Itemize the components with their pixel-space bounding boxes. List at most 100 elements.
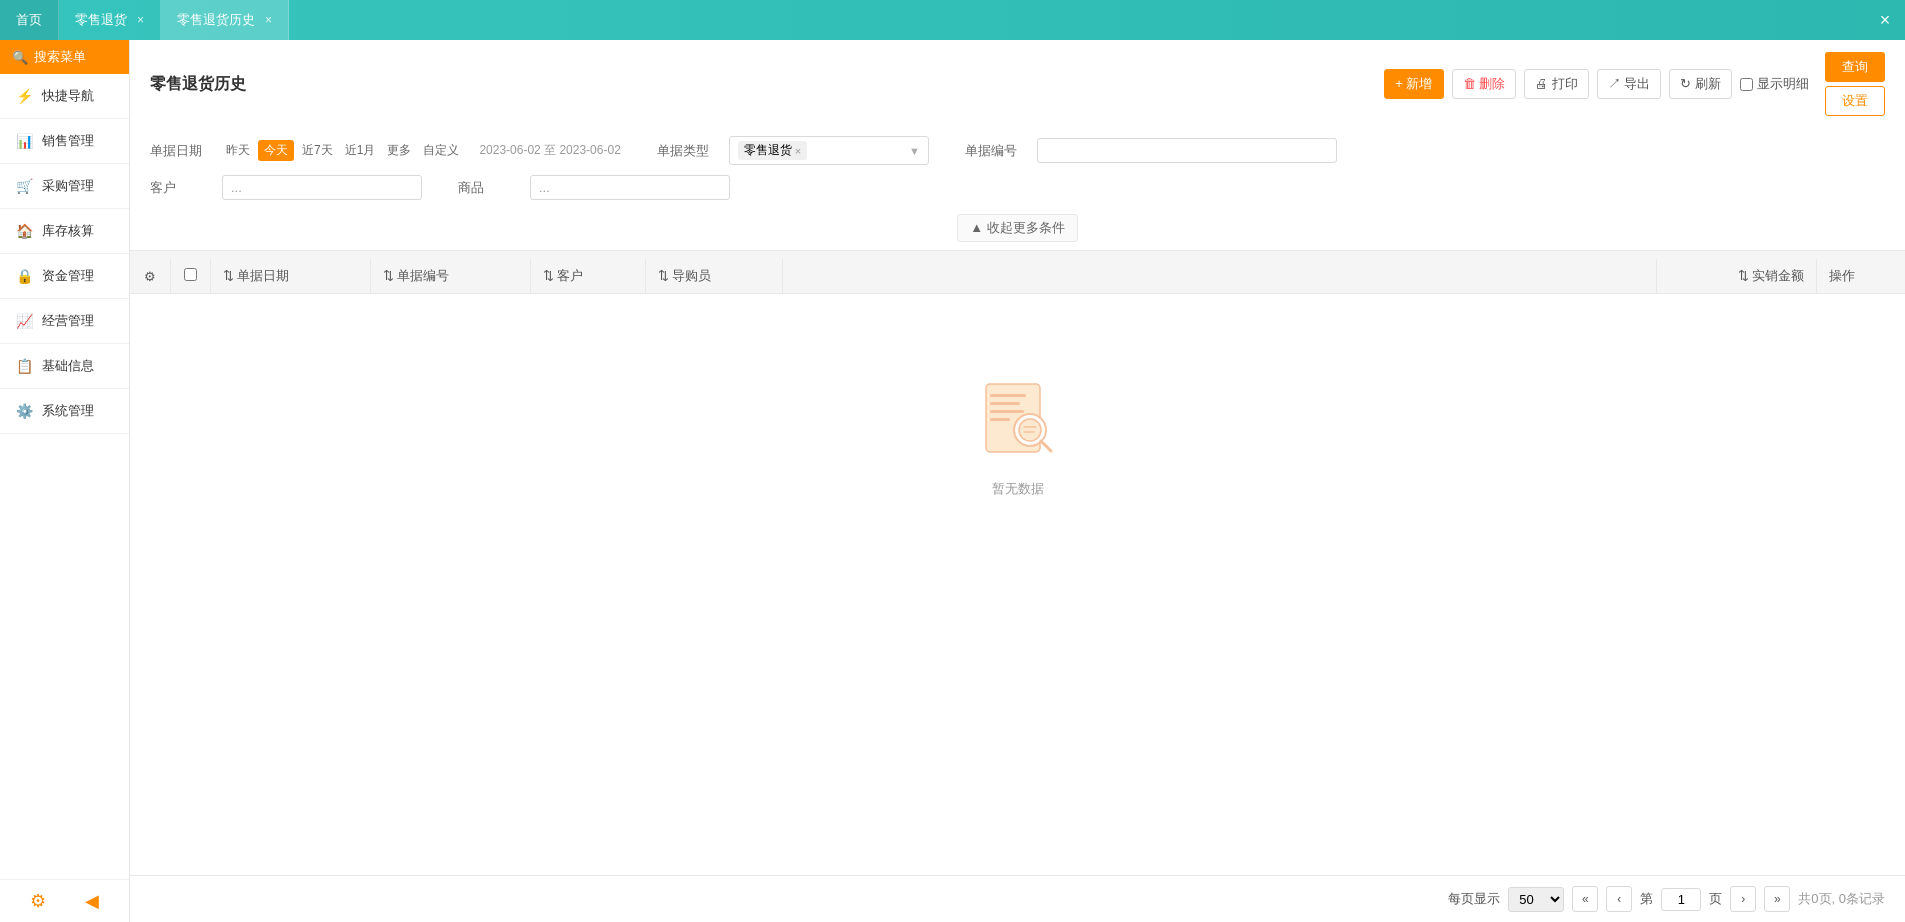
- settings-button[interactable]: 设置: [1825, 86, 1885, 116]
- table-area: ⚙ ⇅ 单据日期 ⇅ 单据编号 ⇅ 客户 ⇅ 导购员 ⇅ 实销金额 操作: [130, 259, 1905, 922]
- sidebar-collapse-icon[interactable]: ◀: [85, 890, 99, 912]
- next-page-button[interactable]: ›: [1730, 886, 1756, 912]
- sidebar-item-icon-purchase: 🛒: [14, 176, 34, 196]
- date-filter-label: 单据日期: [150, 142, 210, 160]
- doc-type-label: 单据类型: [657, 142, 717, 160]
- th-actions: 操作: [1817, 259, 1905, 294]
- display-toggle-checkbox[interactable]: [1740, 78, 1753, 91]
- date-shortcut-近1月[interactable]: 近1月: [341, 140, 380, 161]
- sidebar-search[interactable]: 🔍 搜索菜单: [0, 40, 129, 74]
- svg-point-6: [1019, 419, 1041, 441]
- tab-零售退货[interactable]: 零售退货×: [59, 0, 161, 40]
- first-page-button[interactable]: «: [1572, 886, 1598, 912]
- doc-no-input[interactable]: [1037, 138, 1337, 163]
- display-toggle-label: 显示明细: [1757, 75, 1809, 93]
- tab-首页[interactable]: 首页: [0, 0, 59, 40]
- th-amount-label: ⇅ 实销金额: [1738, 268, 1805, 283]
- tab-零售退货历史[interactable]: 零售退货历史×: [161, 0, 289, 40]
- display-toggle[interactable]: 显示明细: [1740, 75, 1809, 93]
- doc-type-select[interactable]: 零售退货 × ▼: [729, 136, 929, 165]
- delete-button[interactable]: 🗑 删除: [1452, 69, 1517, 99]
- svg-rect-2: [990, 402, 1020, 405]
- th-settings[interactable]: ⚙: [130, 259, 170, 294]
- svg-rect-4: [990, 418, 1010, 421]
- data-table: ⚙ ⇅ 单据日期 ⇅ 单据编号 ⇅ 客户 ⇅ 导购员 ⇅ 实销金额 操作: [130, 259, 1905, 294]
- main-layout: 🔍 搜索菜单 ⚡ 快捷导航 📊销售管理 🛒 采购管理 🏠 库存核算 🔒 资金管理 📈经营管理📋基础…: [0, 40, 1905, 922]
- sidebar-item-label-purchase: 采购管理: [42, 177, 94, 195]
- date-shortcut-昨天[interactable]: 昨天: [222, 140, 254, 161]
- th-guide-label: ⇅ 导购员: [658, 268, 712, 283]
- sidebar-item-label-inventory: 库存核算: [42, 222, 94, 240]
- sidebar-item-icon-finance: 🔒: [14, 266, 34, 286]
- sidebar-item-icon-inventory: 🏠: [14, 221, 34, 241]
- sidebar-item-quick-nav[interactable]: ⚡ 快捷导航: [0, 74, 129, 119]
- date-shortcut-自定义[interactable]: 自定义: [419, 140, 463, 161]
- top-bar: 首页零售退货×零售退货历史× ×: [0, 0, 1905, 40]
- goods-label: 商品: [458, 179, 518, 197]
- th-customer-label: ⇅ 客户: [543, 268, 584, 283]
- tab-close-零售退货历史[interactable]: ×: [265, 13, 272, 27]
- query-button[interactable]: 查询: [1825, 52, 1885, 82]
- last-page-button[interactable]: »: [1764, 886, 1790, 912]
- th-date: ⇅ 单据日期: [210, 259, 370, 294]
- page-label: 第: [1640, 890, 1653, 908]
- sidebar-item-purchase[interactable]: 🛒 采购管理: [0, 164, 129, 209]
- sidebar-item-icon-quick-nav: ⚡: [14, 86, 34, 106]
- tab-close-零售退货[interactable]: ×: [137, 13, 144, 27]
- sidebar-settings-icon[interactable]: ⚙: [30, 890, 46, 912]
- page-header: 零售退货历史 + 新增 🗑 删除 🖨 打印 ↗ 导出 ↻ 刷新 显示明细 查询 …: [130, 40, 1905, 251]
- date-shortcut-更多[interactable]: 更多: [383, 140, 415, 161]
- sidebar: 🔍 搜索菜单 ⚡ 快捷导航 📊销售管理 🛒 采购管理 🏠 库存核算 🔒 资金管理 📈经营管理📋基础…: [0, 40, 130, 922]
- sidebar-bottom: ⚙ ◀: [0, 879, 129, 922]
- date-shortcut-近7天[interactable]: 近7天: [298, 140, 337, 161]
- doc-type-tag: 零售退货 ×: [738, 141, 807, 160]
- goods-select[interactable]: ...: [530, 175, 730, 200]
- th-doc-no-label: ⇅ 单据编号: [383, 268, 450, 283]
- sidebar-item-label-system: 系统管理: [42, 402, 94, 420]
- page-number-input[interactable]: [1661, 888, 1701, 911]
- date-range-display: 2023-06-02 至 2023-06-02: [479, 142, 620, 159]
- customer-label: 客户: [150, 179, 210, 197]
- sidebar-item-icon-system: ⚙️: [14, 401, 34, 421]
- sidebar-item-finance[interactable]: 🔒 资金管理: [0, 254, 129, 299]
- content-area: 零售退货历史 + 新增 🗑 删除 🖨 打印 ↗ 导出 ↻ 刷新 显示明细 查询 …: [130, 40, 1905, 922]
- prev-page-button[interactable]: ‹: [1606, 886, 1632, 912]
- sidebar-item-operations[interactable]: 📈经营管理: [0, 299, 129, 344]
- collapse-button[interactable]: ▲ 收起更多条件: [957, 214, 1077, 242]
- customer-select[interactable]: ...: [222, 175, 422, 200]
- sidebar-item-icon-sales: 📊: [14, 131, 34, 151]
- table-container: ⚙ ⇅ 单据日期 ⇅ 单据编号 ⇅ 客户 ⇅ 导购员 ⇅ 实销金额 操作: [130, 259, 1905, 875]
- filter-row-1: 单据日期 昨天今天近7天近1月更多自定义 2023-06-02 至 2023-0…: [150, 136, 1885, 165]
- sidebar-item-sales[interactable]: 📊销售管理: [0, 119, 129, 164]
- window-close-button[interactable]: ×: [1865, 0, 1905, 40]
- sidebar-item-basic-info[interactable]: 📋基础信息: [0, 344, 129, 389]
- print-button[interactable]: 🖨 打印: [1524, 69, 1589, 99]
- doc-type-tag-close[interactable]: ×: [795, 145, 801, 157]
- select-all-checkbox[interactable]: [184, 268, 197, 281]
- empty-text: 暂无数据: [992, 480, 1044, 498]
- page-size-select[interactable]: 102050100: [1508, 887, 1564, 912]
- empty-state: 暂无数据: [130, 294, 1905, 578]
- collapse-row: ▲ 收起更多条件: [150, 210, 1885, 250]
- sidebar-item-label-quick-nav: 快捷导航: [42, 87, 94, 105]
- pagination: 每页显示 102050100 « ‹ 第 页 › » 共0页, 0条记录: [130, 875, 1905, 922]
- sidebar-item-label-finance: 资金管理: [42, 267, 94, 285]
- sidebar-item-system[interactable]: ⚙️ 系统管理: [0, 389, 129, 434]
- page-suffix: 页: [1709, 890, 1722, 908]
- sidebar-item-label-basic-info: 基础信息: [42, 357, 94, 375]
- date-shortcuts: 昨天今天近7天近1月更多自定义: [222, 140, 463, 161]
- th-checkbox[interactable]: [170, 259, 210, 294]
- refresh-button[interactable]: ↻ 刷新: [1669, 69, 1732, 99]
- svg-rect-1: [990, 394, 1026, 397]
- total-info: 共0页, 0条记录: [1798, 890, 1885, 908]
- th-doc-no: ⇅ 单据编号: [370, 259, 530, 294]
- sidebar-item-inventory[interactable]: 🏠 库存核算: [0, 209, 129, 254]
- add-button[interactable]: + 新增: [1384, 69, 1443, 99]
- sidebar-item-icon-operations: 📈: [14, 311, 34, 331]
- search-icon: 🔍: [12, 50, 28, 65]
- date-shortcut-今天[interactable]: 今天: [258, 140, 294, 161]
- toolbar: + 新增 🗑 删除 🖨 打印 ↗ 导出 ↻ 刷新 显示明细 查询 设置: [1384, 52, 1885, 116]
- th-spacer: [782, 259, 1656, 294]
- export-button[interactable]: ↗ 导出: [1597, 69, 1662, 99]
- doc-no-label: 单据编号: [965, 142, 1025, 160]
